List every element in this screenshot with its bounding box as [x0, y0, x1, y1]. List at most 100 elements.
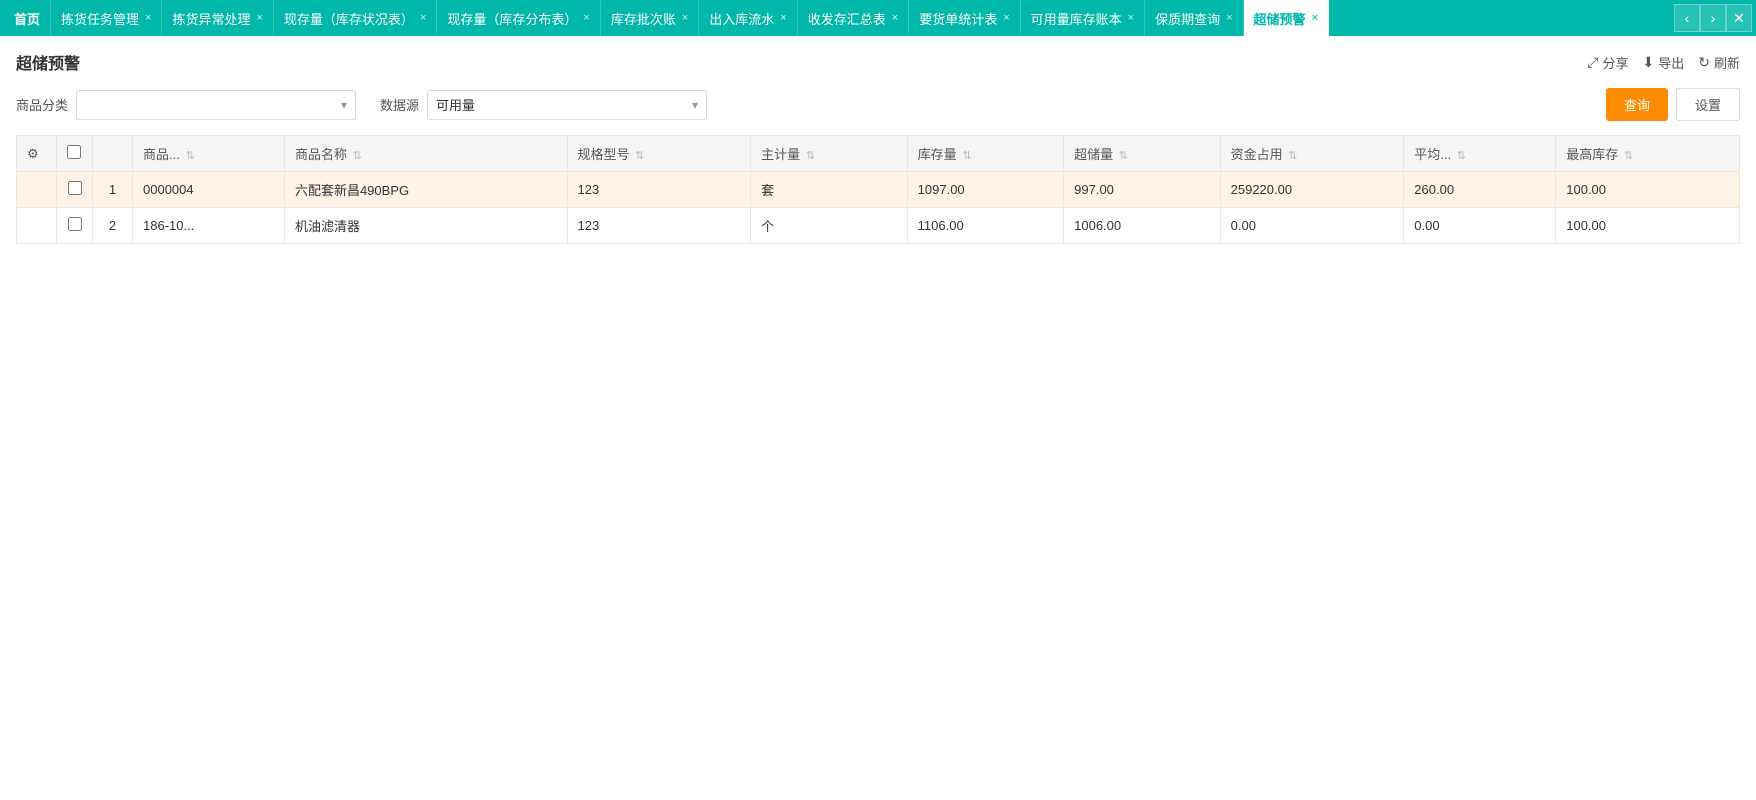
- exception-close-icon[interactable]: ×: [256, 12, 262, 24]
- table-header-unit[interactable]: 主计量 ⇅: [751, 136, 907, 172]
- nav-arrow-left-btn[interactable]: ‹: [1674, 4, 1700, 32]
- sort-unit-icon: ⇅: [806, 150, 815, 162]
- query-button[interactable]: 查询: [1606, 88, 1668, 121]
- nav-tab-task-mgmt[interactable]: 拣货任务管理 ×: [51, 0, 162, 36]
- row-product-name-0: 六配套新昌490BPG: [284, 172, 567, 208]
- nav-arrow-right-btn[interactable]: ›: [1700, 4, 1726, 32]
- nav-tab-inventory-dist[interactable]: 现存量（库存分布表） ×: [437, 0, 600, 36]
- share-icon: ⤢: [1587, 54, 1598, 71]
- select-all-checkbox[interactable]: [67, 145, 81, 159]
- row-checkbox-0[interactable]: [57, 172, 93, 208]
- export-button[interactable]: ⬇ 导出: [1643, 53, 1685, 72]
- settings-button[interactable]: 设置: [1676, 88, 1740, 121]
- order-stats-tab-label: 要货单统计表: [919, 9, 997, 28]
- inventory-status-tab-label: 现存量（库存状况表）: [284, 9, 414, 28]
- datasource-filter-label: 数据源: [380, 95, 419, 114]
- datasource-select[interactable]: 可用量 ▾: [427, 90, 707, 120]
- nav-tab-home[interactable]: 首页: [4, 0, 51, 36]
- table-row: 1 0000004 六配套新昌490BPG 123 套 1097.00 997.…: [17, 172, 1740, 208]
- sort-spec-icon: ⇅: [635, 150, 644, 162]
- row-max-stock-1: 100.00: [1556, 208, 1740, 244]
- row-spec-0: 123: [567, 172, 751, 208]
- table-header-gear[interactable]: ⚙: [17, 136, 57, 172]
- sort-product-name-icon: ⇅: [353, 150, 362, 162]
- nav-tab-available-ledger[interactable]: 可用量库存账本 ×: [1021, 0, 1145, 36]
- nav-tab-summary[interactable]: 收发存汇总表 ×: [798, 0, 909, 36]
- available-ledger-close-icon[interactable]: ×: [1128, 12, 1134, 24]
- row-num-0: 1: [93, 172, 133, 208]
- nav-tab-inout-flow[interactable]: 出入库流水 ×: [699, 0, 797, 36]
- row-num-1: 2: [93, 208, 133, 244]
- share-button[interactable]: ⤢ 分享: [1587, 53, 1628, 72]
- summary-close-icon[interactable]: ×: [892, 12, 898, 24]
- inout-flow-close-icon[interactable]: ×: [780, 12, 786, 24]
- category-filter: 商品分类 ▾: [16, 90, 356, 120]
- page-header: 超储预警 ⤢ 分享 ⬇ 导出 ↻ 刷新: [16, 50, 1740, 74]
- available-ledger-tab-label: 可用量库存账本: [1031, 9, 1122, 28]
- nav-tab-exception[interactable]: 拣货异常处理 ×: [162, 0, 273, 36]
- row-capital-1: 0.00: [1220, 208, 1404, 244]
- refresh-label: 刷新: [1714, 53, 1740, 72]
- filter-row: 商品分类 ▾ 数据源 可用量 ▾ 查询 设置: [16, 88, 1740, 121]
- datasource-filter: 数据源 可用量 ▾: [380, 90, 707, 120]
- table-header-overstock[interactable]: 超储量 ⇅: [1064, 136, 1220, 172]
- order-stats-close-icon[interactable]: ×: [1003, 12, 1009, 24]
- top-navigation: 首页 拣货任务管理 × 拣货异常处理 × 现存量（库存状况表） × 现存量（库存…: [0, 0, 1756, 36]
- category-select[interactable]: ▾: [76, 90, 356, 120]
- inventory-dist-tab-label: 现存量（库存分布表）: [447, 9, 577, 28]
- inventory-status-close-icon[interactable]: ×: [420, 12, 426, 24]
- shelf-life-close-icon[interactable]: ×: [1226, 12, 1232, 24]
- row-checkbox-1[interactable]: [57, 208, 93, 244]
- table-row: 2 186-10... 机油滤清器 123 个 1106.00 1006.00 …: [17, 208, 1740, 244]
- task-mgmt-close-icon[interactable]: ×: [145, 12, 151, 24]
- table-header-checkbox[interactable]: [57, 136, 93, 172]
- export-label: 导出: [1658, 53, 1684, 72]
- datasource-chevron-icon: ▾: [692, 98, 698, 112]
- category-filter-label: 商品分类: [16, 95, 68, 114]
- data-table: ⚙ 商品... ⇅ 商品名称 ⇅ 规格型号 ⇅ 主计量: [16, 135, 1740, 244]
- overstock-warning-tab-label: 超储预警: [1254, 9, 1306, 28]
- nav-tab-overstock-warning[interactable]: 超储预警 ×: [1244, 0, 1329, 36]
- row-select-checkbox-0[interactable]: [68, 181, 82, 195]
- page-container: 超储预警 ⤢ 分享 ⬇ 导出 ↻ 刷新 商品分类 ▾ 数据源: [0, 36, 1756, 258]
- table-header-product-name[interactable]: 商品名称 ⇅: [284, 136, 567, 172]
- row-unit-1: 个: [751, 208, 907, 244]
- header-actions: ⤢ 分享 ⬇ 导出 ↻ 刷新: [1587, 53, 1740, 72]
- row-select-checkbox-1[interactable]: [68, 217, 82, 231]
- home-tab-label: 首页: [14, 9, 40, 28]
- row-avg-0: 260.00: [1404, 172, 1556, 208]
- table-header-row: ⚙ 商品... ⇅ 商品名称 ⇅ 规格型号 ⇅ 主计量: [17, 136, 1740, 172]
- row-capital-0: 259220.00: [1220, 172, 1404, 208]
- table-header-rownum: [93, 136, 133, 172]
- nav-tab-order-stats[interactable]: 要货单统计表 ×: [909, 0, 1020, 36]
- sort-max-stock-icon: ⇅: [1624, 150, 1633, 162]
- page-title: 超储预警: [16, 50, 80, 74]
- nav-tab-shelf-life[interactable]: 保质期查询 ×: [1145, 0, 1243, 36]
- overstock-warning-close-icon[interactable]: ×: [1312, 12, 1318, 24]
- table-header-capital[interactable]: 资金占用 ⇅: [1220, 136, 1404, 172]
- nav-arrow-close-btn[interactable]: ✕: [1726, 4, 1752, 32]
- table-header-spec[interactable]: 规格型号 ⇅: [567, 136, 751, 172]
- table-header-product-code[interactable]: 商品... ⇅: [133, 136, 285, 172]
- row-overstock-1: 1006.00: [1064, 208, 1220, 244]
- shelf-life-tab-label: 保质期查询: [1155, 9, 1220, 28]
- table-header-avg[interactable]: 平均... ⇅: [1404, 136, 1556, 172]
- refresh-button[interactable]: ↻ 刷新: [1698, 53, 1740, 72]
- row-gear-0: [17, 172, 57, 208]
- inventory-dist-close-icon[interactable]: ×: [583, 12, 589, 24]
- sort-capital-icon: ⇅: [1288, 150, 1297, 162]
- table-header-max-stock[interactable]: 最高库存 ⇅: [1556, 136, 1740, 172]
- table-header-stock[interactable]: 库存量 ⇅: [907, 136, 1063, 172]
- row-product-code-0: 0000004: [133, 172, 285, 208]
- share-label: 分享: [1602, 53, 1628, 72]
- row-gear-1: [17, 208, 57, 244]
- nav-tab-inventory-status[interactable]: 现存量（库存状况表） ×: [274, 0, 437, 36]
- row-stock-0: 1097.00: [907, 172, 1063, 208]
- row-product-name-1: 机油滤清器: [284, 208, 567, 244]
- exception-tab-label: 拣货异常处理: [172, 9, 250, 28]
- nav-arrow-container: ‹ › ✕: [1674, 4, 1752, 32]
- row-spec-1: 123: [567, 208, 751, 244]
- row-overstock-0: 997.00: [1064, 172, 1220, 208]
- batch-account-close-icon[interactable]: ×: [682, 12, 688, 24]
- nav-tab-batch-account[interactable]: 库存批次账 ×: [601, 0, 699, 36]
